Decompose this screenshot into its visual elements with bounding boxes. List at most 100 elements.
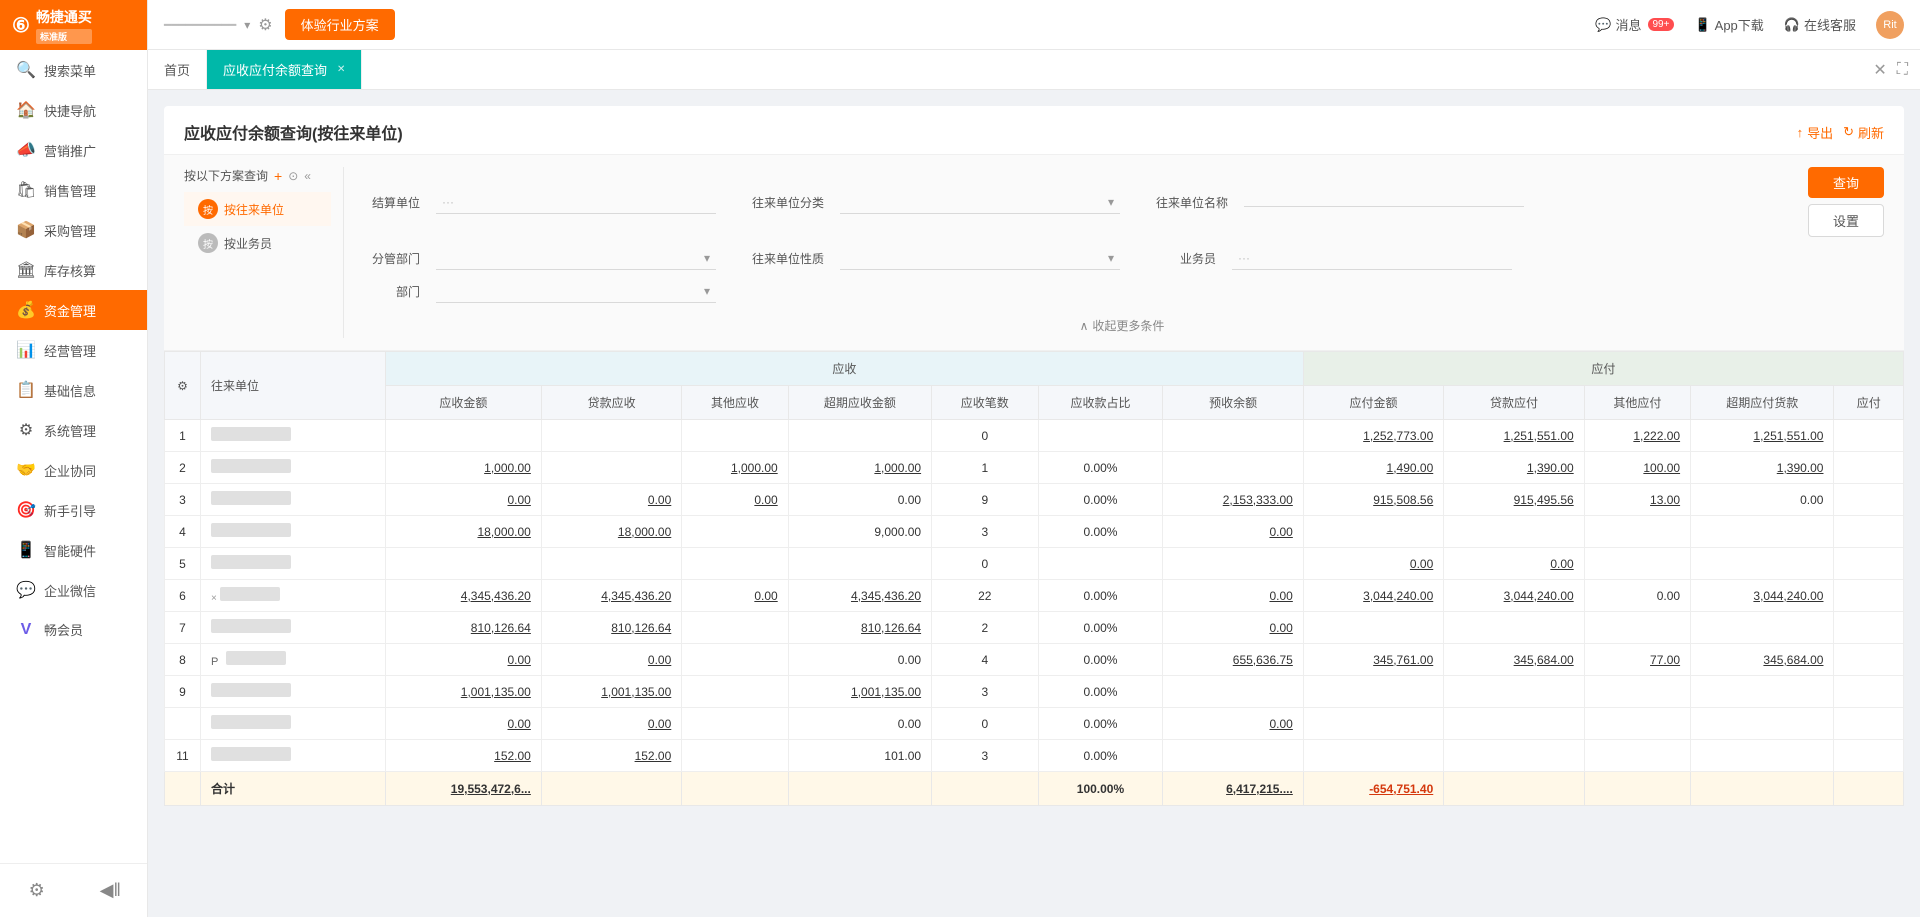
td-ap-amount[interactable]: 0.00	[1303, 548, 1443, 580]
footer-ar-amount[interactable]: 19,553,472,6...	[386, 772, 542, 806]
sidebar-item-wechat[interactable]: 💬 企业微信	[0, 570, 147, 610]
filter-name-input[interactable]	[1244, 198, 1524, 207]
td-ap-overdue[interactable]: 1,251,551.00	[1691, 420, 1834, 452]
filter-staff-input[interactable]: ···	[1232, 247, 1512, 270]
td-ar-loan[interactable]: 1,001,135.00	[541, 676, 681, 708]
app-download-item[interactable]: 📱 App下载	[1694, 15, 1763, 34]
td-ap-other[interactable]: 100.00	[1584, 452, 1690, 484]
td-ar-amount[interactable]: 1,001,135.00	[386, 676, 542, 708]
filter-nature-select[interactable]: ▾	[840, 247, 1120, 270]
td-ap-amount[interactable]: 1,490.00	[1303, 452, 1443, 484]
solution-btn[interactable]: 体验行业方案	[285, 9, 395, 40]
sidebar-item-basic[interactable]: 📋 基础信息	[0, 370, 147, 410]
td-ar-advance[interactable]: 655,636.75	[1163, 644, 1303, 676]
td-ap-amount[interactable]: 915,508.56	[1303, 484, 1443, 516]
sidebar-item-search[interactable]: 🔍 搜索菜单	[0, 50, 147, 90]
tab-expand-icon[interactable]: ⛶	[1897, 61, 1908, 79]
tab-home[interactable]: 首页	[148, 50, 207, 89]
td-ar-overdue[interactable]: 810,126.64	[788, 612, 931, 644]
td-ar-amount[interactable]: 810,126.64	[386, 612, 542, 644]
export-btn[interactable]: ↑ 导出	[1797, 123, 1834, 142]
settings-scheme-icon[interactable]: ⊙	[288, 169, 298, 183]
td-ar-advance[interactable]: 0.00	[1163, 580, 1303, 612]
td-ar-other[interactable]: 0.00	[682, 580, 788, 612]
chevron-down-icon[interactable]: ▾	[244, 18, 250, 32]
sidebar-item-guide[interactable]: 🎯 新手引导	[0, 490, 147, 530]
td-ar-loan[interactable]: 0.00	[541, 708, 681, 740]
td-ar-overdue[interactable]: 1,000.00	[788, 452, 931, 484]
sidebar-item-hardware[interactable]: 📱 智能硬件	[0, 530, 147, 570]
filter-dept-select[interactable]: ▾	[436, 247, 716, 270]
sidebar-item-operations[interactable]: 📊 经营管理	[0, 330, 147, 370]
td-ar-overdue[interactable]: 4,345,436.20	[788, 580, 931, 612]
td-ap-other[interactable]: 77.00	[1584, 644, 1690, 676]
td-ap-loan[interactable]: 915,495.56	[1444, 484, 1584, 516]
td-ar-loan[interactable]: 152.00	[541, 740, 681, 772]
filter-settlement-input[interactable]: ···	[436, 191, 716, 214]
td-ap-loan[interactable]: 345,684.00	[1444, 644, 1584, 676]
td-ar-loan[interactable]: 0.00	[541, 644, 681, 676]
sidebar-item-system[interactable]: ⚙ 系统管理	[0, 410, 147, 450]
filter-dept2-select[interactable]: ▾	[436, 280, 716, 303]
query-btn[interactable]: 查询	[1808, 167, 1884, 198]
collapse-more-btn[interactable]: ∧ 收起更多条件	[1072, 313, 1173, 338]
settings-icon[interactable]: ⚙	[258, 15, 272, 35]
sidebar-item-cooperation[interactable]: 🤝 企业协同	[0, 450, 147, 490]
td-ar-loan[interactable]: 810,126.64	[541, 612, 681, 644]
td-ar-amount[interactable]: 0.00	[386, 708, 542, 740]
td-ar-amount[interactable]: 4,345,436.20	[386, 580, 542, 612]
td-ar-amount[interactable]: 0.00	[386, 644, 542, 676]
td-ar-other[interactable]: 0.00	[682, 484, 788, 516]
sidebar-item-member[interactable]: V 畅会员	[0, 610, 147, 649]
td-ar-overdue[interactable]: 1,001,135.00	[788, 676, 931, 708]
footer-ap-amount[interactable]: -654,751.40	[1303, 772, 1443, 806]
td-ap-amount[interactable]: 3,044,240.00	[1303, 580, 1443, 612]
td-ap-loan[interactable]: 0.00	[1444, 548, 1584, 580]
sidebar-item-sales[interactable]: 🛍 销售管理	[0, 170, 147, 210]
td-ap-loan[interactable]: 3,044,240.00	[1444, 580, 1584, 612]
customer-service-item[interactable]: 🎧 在线客服	[1784, 15, 1856, 34]
collapse-scheme-icon[interactable]: «	[304, 169, 311, 183]
tab-close-window-icon[interactable]: ✕	[1873, 60, 1886, 80]
filter-by-staff[interactable]: 按 按业务员	[184, 226, 331, 260]
td-ar-amount[interactable]: 1,000.00	[386, 452, 542, 484]
td-ar-advance[interactable]: 0.00	[1163, 516, 1303, 548]
td-ap-overdue[interactable]: 345,684.00	[1691, 644, 1834, 676]
settings-bottom-btn[interactable]: ⚙	[0, 872, 74, 909]
user-item[interactable]: Rit	[1876, 11, 1904, 39]
td-ar-other[interactable]: 1,000.00	[682, 452, 788, 484]
filter-by-company[interactable]: 按 按往来单位	[184, 192, 331, 226]
sidebar-item-marketing[interactable]: 📣 营销推广	[0, 130, 147, 170]
td-ar-loan[interactable]: 4,345,436.20	[541, 580, 681, 612]
td-ar-loan[interactable]: 18,000.00	[541, 516, 681, 548]
td-ar-advance[interactable]: 2,153,333.00	[1163, 484, 1303, 516]
settings-btn[interactable]: 设置	[1808, 204, 1884, 237]
notification-item[interactable]: 💬 消息 99+	[1595, 15, 1674, 34]
refresh-btn[interactable]: ↻ 刷新	[1843, 123, 1884, 142]
sidebar-item-finance[interactable]: 💰 资金管理	[0, 290, 147, 330]
tab-close-icon[interactable]: ✕	[337, 64, 345, 75]
sidebar-item-shortcut[interactable]: 🏠 快捷导航	[0, 90, 147, 130]
td-ap-other[interactable]: 13.00	[1584, 484, 1690, 516]
filter-category-select[interactable]: ▾	[840, 191, 1120, 214]
td-ar-amount[interactable]: 152.00	[386, 740, 542, 772]
td-ap-other[interactable]: 1,222.00	[1584, 420, 1690, 452]
tab-query[interactable]: 应收应付余额查询 ✕	[207, 50, 362, 89]
td-ar-advance[interactable]: 0.00	[1163, 708, 1303, 740]
footer-ar-advance[interactable]: 6,417,215....	[1163, 772, 1303, 806]
td-ar-advance[interactable]: 0.00	[1163, 612, 1303, 644]
td-ar-amount[interactable]: 0.00	[386, 484, 542, 516]
td-ap-overdue[interactable]: 3,044,240.00	[1691, 580, 1834, 612]
sidebar-item-purchase[interactable]: 📦 采购管理	[0, 210, 147, 250]
td-ar-loan[interactable]: 0.00	[541, 484, 681, 516]
collapse-btn[interactable]: ◀‖	[74, 872, 148, 909]
td-ap-amount[interactable]: 1,252,773.00	[1303, 420, 1443, 452]
td-ap-loan[interactable]: 1,390.00	[1444, 452, 1584, 484]
td-ap-amount[interactable]: 345,761.00	[1303, 644, 1443, 676]
td-ap-overdue[interactable]: 1,390.00	[1691, 452, 1834, 484]
td-ar-amount[interactable]: 18,000.00	[386, 516, 542, 548]
add-scheme-icon[interactable]: +	[274, 168, 282, 184]
th-settings[interactable]: ⚙	[165, 352, 201, 420]
td-ap-loan[interactable]: 1,251,551.00	[1444, 420, 1584, 452]
sidebar-item-inventory[interactable]: 🏛 库存核算	[0, 250, 147, 290]
